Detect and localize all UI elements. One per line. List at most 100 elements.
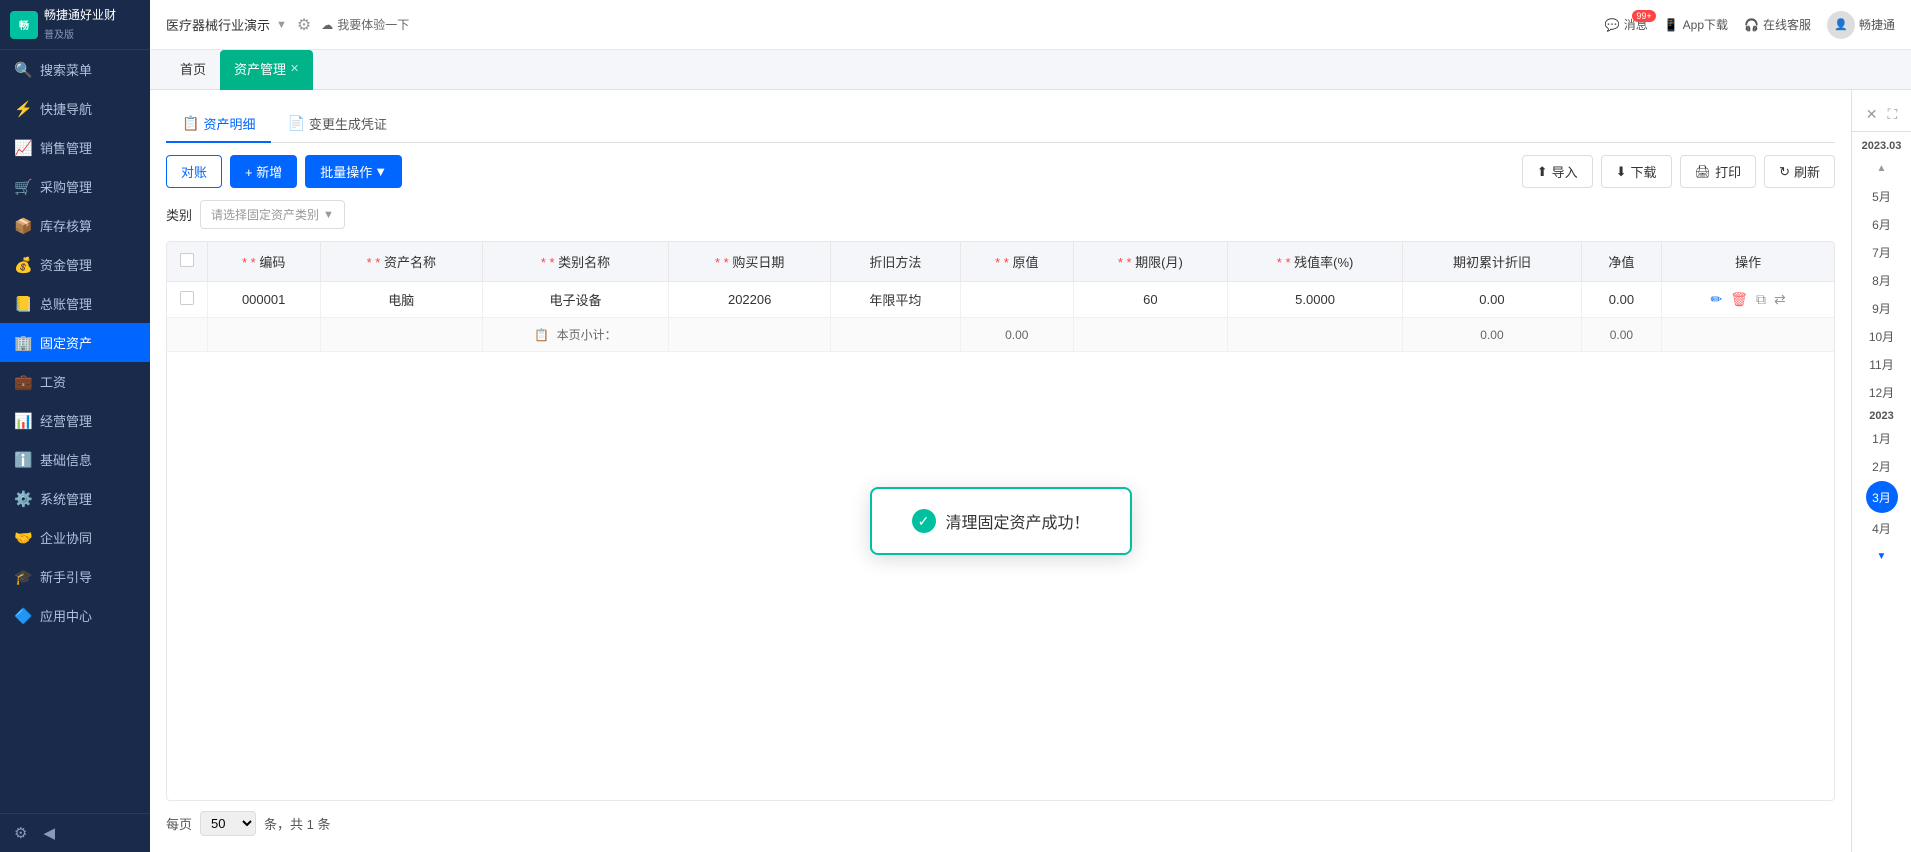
month-5[interactable]: 5月 [1860,183,1904,209]
sidebar-nav: 🔍 搜索菜单 ⚡ 快捷导航 📈 销售管理 🛒 采购管理 📦 库存核算 💰 资金管… [0,50,150,813]
toast-success-icon: ✓ [911,509,935,533]
sidebar-item-app-center[interactable]: 🔷 应用中心 [0,596,150,635]
reconcile-button[interactable]: 对账 [166,155,222,188]
sidebar-item-system[interactable]: ⚙️ 系统管理 [0,479,150,518]
edit-icon[interactable]: ✏ [1711,291,1723,308]
print-button[interactable]: 🖨 打印 [1680,155,1757,188]
right-panel-header: ✕ ⛶ [1852,98,1911,132]
month-6[interactable]: 6月 [1860,211,1904,237]
messages-button[interactable]: 💬 消息 99+ [1605,16,1648,33]
import-button[interactable]: ⬆ 导入 [1522,155,1593,188]
panel-year-2023: 2023 [1869,406,1893,424]
tab-asset-mgmt[interactable]: 资产管理 ✕ [220,50,313,90]
category-filter-select[interactable]: 请选择固定资产类别 ▼ [200,200,345,229]
row-actions: ✏ 🗑 ⧉ ⇄ [1670,291,1826,308]
success-toast: ✓ 清理固定资产成功！ [869,487,1131,555]
th-net-value: 净值 [1581,242,1662,282]
sidebar-item-label: 销售管理 [40,138,92,157]
sidebar-item-label: 快捷导航 [40,99,92,118]
sidebar-item-capital[interactable]: 💰 资金管理 [0,245,150,284]
sidebar-item-sales[interactable]: 📈 销售管理 [0,128,150,167]
month-9[interactable]: 9月 [1860,295,1904,321]
sidebar-item-label: 经营管理 [40,411,92,430]
sidebar-item-cooperation[interactable]: 🤝 企业协同 [0,518,150,557]
month-2[interactable]: 2月 [1860,453,1904,479]
sub-tab-change-voucher[interactable]: 📄 变更生成凭证 [271,106,402,143]
panel-down-arrow[interactable]: ▼ [1860,543,1904,569]
download-button[interactable]: ⬇ 下载 [1601,155,1672,188]
message-icon: 💬 [1605,18,1620,32]
sidebar-item-label: 库存核算 [40,216,92,235]
month-11[interactable]: 11月 [1860,351,1904,377]
main-flex: 📋 资产明细 📄 变更生成凭证 对账 + 新增 批量操作 ▼ [150,90,1911,852]
sub-tab-asset-detail[interactable]: 📋 资产明细 [166,106,271,143]
sidebar-collapse-button[interactable]: ◀ [43,824,55,842]
app-download-button[interactable]: 📱 App下载 [1664,16,1728,33]
month-7[interactable]: 7月 [1860,239,1904,265]
sidebar: 畅 畅捷通好业财 普及版 🔍 搜索菜单 ⚡ 快捷导航 📈 销售管理 🛒 采购管理… [0,0,150,852]
category-dropdown-icon: ▼ [323,209,334,221]
refresh-button[interactable]: ↻ 刷新 [1764,155,1835,188]
toolbar-right: ⬆ 导入 ⬇ 下载 🖨 打印 ↻ 刷新 [1522,155,1835,188]
th-name: * 资产名称 [320,242,482,282]
panel-expand-button[interactable]: ⛶ [1885,104,1899,125]
sidebar-item-salary[interactable]: 💼 工资 [0,362,150,401]
panel-up-arrow[interactable]: ▲ [1860,155,1904,181]
app-edition: 普及版 [44,26,116,41]
sidebar-item-fixed-assets[interactable]: 🏢 固定资产 [0,323,150,362]
category-select-value: 请选择固定资产类别 [211,206,319,223]
sidebar-item-ledger[interactable]: 📒 总账管理 [0,284,150,323]
row-checkbox[interactable] [180,291,194,305]
tab-close-icon[interactable]: ✕ [290,62,299,75]
month-8[interactable]: 8月 [1860,267,1904,293]
pagination: 每页 50 20 100 条，共 1 条 [166,801,1835,836]
system-icon: ⚙️ [14,490,32,508]
cell-category: 电子设备 [482,282,668,318]
cooperation-icon: 🤝 [14,529,32,547]
th-category: * 类别名称 [482,242,668,282]
sidebar-item-operations[interactable]: 📊 经营管理 [0,401,150,440]
sidebar-settings-button[interactable]: ⚙ [14,824,27,842]
sidebar-item-inventory[interactable]: 📦 库存核算 [0,206,150,245]
tabs-bar: 首页 资产管理 ✕ [150,50,1911,90]
new-button[interactable]: + 新增 [230,155,297,188]
cell-period-months: 60 [1073,282,1227,318]
batch-ops-button[interactable]: 批量操作 ▼ [305,155,402,188]
month-12[interactable]: 12月 [1860,379,1904,405]
company-selector[interactable]: 医疗器械行业演示 ▼ [166,15,287,34]
th-period-months: * 期限(月) [1073,242,1227,282]
asset-detail-icon: 📋 [182,115,199,132]
experience-button[interactable]: ☁ 我要体验一下 [321,16,409,33]
month-4[interactable]: 4月 [1860,515,1904,541]
delete-icon[interactable]: 🗑 [1730,291,1748,308]
cell-net-value: 0.00 [1581,282,1662,318]
subtotal-accum-depreciation: 0.00 [1403,318,1581,352]
sidebar-item-label: 工资 [40,372,66,391]
panel-close-button[interactable]: ✕ [1864,104,1880,125]
guide-icon: 🎓 [14,568,32,586]
sidebar-item-quick-nav[interactable]: ⚡ 快捷导航 [0,89,150,128]
tab-home[interactable]: 首页 [166,50,220,90]
per-page-select[interactable]: 50 20 100 [200,811,256,836]
cell-original-value [960,282,1073,318]
month-3-current[interactable]: 3月 [1866,481,1898,513]
month-10[interactable]: 10月 [1860,323,1904,349]
th-purchase-date: * 购买日期 [669,242,831,282]
more-icon[interactable]: ⇄ [1774,291,1786,308]
print-icon: 🖨 [1695,164,1712,180]
copy-icon[interactable]: ⧉ [1756,291,1766,308]
topbar-settings-icon[interactable]: ⚙ [297,15,311,35]
operations-icon: 📊 [14,412,32,430]
subtotal-net-value: 0.00 [1581,318,1662,352]
month-1[interactable]: 1月 [1860,425,1904,451]
sidebar-item-purchase[interactable]: 🛒 采购管理 [0,167,150,206]
user-menu[interactable]: 👤 畅捷通 [1827,11,1895,39]
sidebar-item-basic-info[interactable]: ℹ️ 基础信息 [0,440,150,479]
sidebar-item-guide[interactable]: 🎓 新手引导 [0,557,150,596]
search-icon: 🔍 [14,61,32,79]
subtotal-row: 📋 本页小计： 0.00 0.00 0.00 [167,318,1834,352]
select-all-checkbox[interactable] [180,253,194,267]
sidebar-item-search[interactable]: 🔍 搜索菜单 [0,50,150,89]
customer-service-button[interactable]: 🎧 在线客服 [1744,16,1811,33]
subtotal-icon: 📋 [534,328,549,342]
